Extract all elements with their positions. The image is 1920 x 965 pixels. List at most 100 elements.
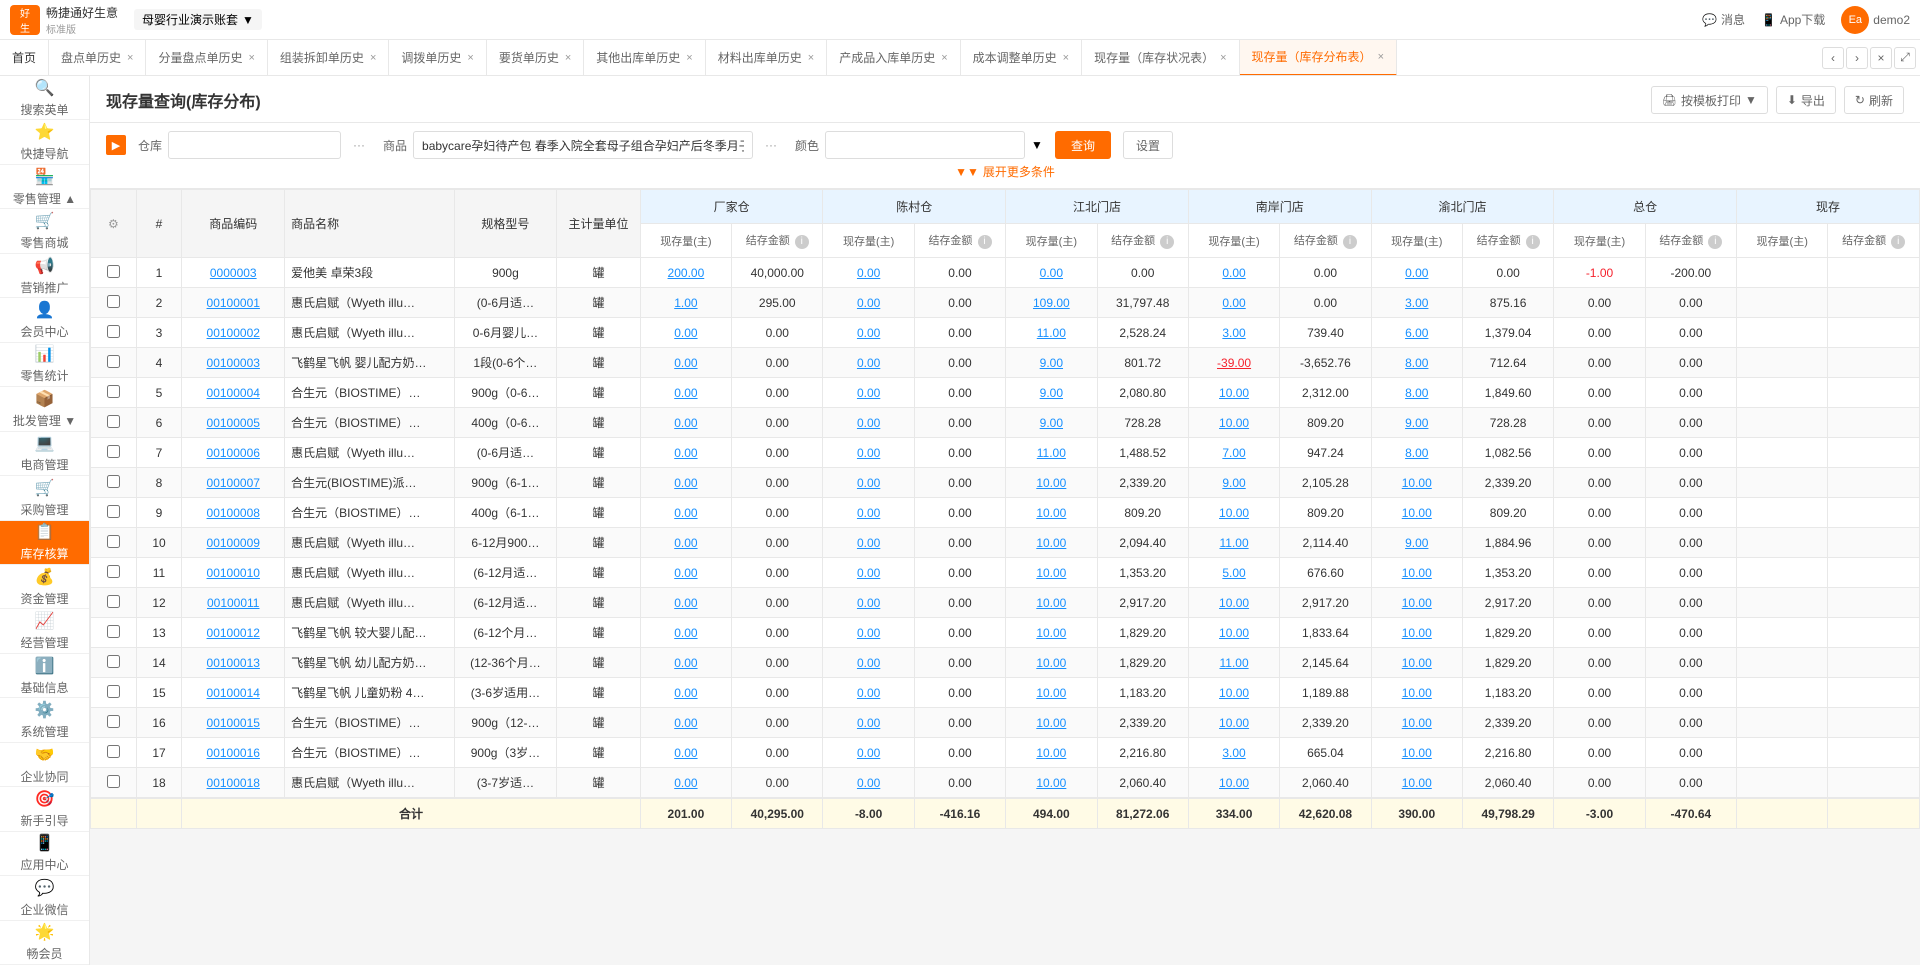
tab-costadjust[interactable]: 成本调整单历史 ×: [961, 40, 1082, 76]
tab-home[interactable]: 首页: [0, 40, 49, 76]
cell-check[interactable]: [91, 558, 137, 588]
qty-link[interactable]: 10.00: [1402, 476, 1432, 490]
qty-link[interactable]: 200.00: [668, 266, 705, 280]
code-link[interactable]: 00100004: [207, 386, 260, 400]
code-link[interactable]: 00100010: [207, 566, 260, 580]
qty-link[interactable]: 10.00: [1402, 776, 1432, 790]
qty-link[interactable]: 0.00: [674, 536, 697, 550]
qty-link[interactable]: 0.00: [857, 566, 880, 580]
color-input[interactable]: [825, 131, 1025, 159]
qty-link[interactable]: 0.00: [857, 416, 880, 430]
cell-check[interactable]: [91, 768, 137, 799]
sidebar-item-retail-shop[interactable]: 🛒 零售商城: [0, 209, 89, 253]
qty-link[interactable]: 9.00: [1405, 536, 1428, 550]
row-checkbox[interactable]: [107, 415, 120, 428]
account-dropdown[interactable]: 母婴行业演示账套 ▼: [134, 9, 262, 30]
row-checkbox[interactable]: [107, 595, 120, 608]
row-checkbox[interactable]: [107, 565, 120, 578]
sidebar-item-enterprise[interactable]: 🤝 企业协同: [0, 743, 89, 787]
code-link[interactable]: 00100001: [207, 296, 260, 310]
query-btn[interactable]: 查询: [1055, 131, 1111, 159]
qty-link[interactable]: 10.00: [1219, 596, 1249, 610]
qty-link[interactable]: 10.00: [1402, 566, 1432, 580]
sidebar-item-inventory[interactable]: 📋 库存核算: [0, 521, 89, 565]
sidebar-item-newguide[interactable]: 🎯 新手引导: [0, 787, 89, 831]
qty-link[interactable]: 7.00: [1222, 446, 1245, 460]
row-checkbox[interactable]: [107, 715, 120, 728]
refresh-btn[interactable]: ↻ 刷新: [1844, 86, 1904, 114]
tab-demand[interactable]: 要货单历史 ×: [487, 40, 584, 76]
qty-link[interactable]: 0.00: [674, 716, 697, 730]
close-icon[interactable]: ×: [467, 52, 473, 64]
qty-link[interactable]: 1.00: [674, 296, 697, 310]
qty-link[interactable]: 6.00: [1405, 326, 1428, 340]
sidebar-item-basic[interactable]: ℹ️ 基础信息: [0, 654, 89, 698]
qty-link[interactable]: 0.00: [857, 536, 880, 550]
qty-link[interactable]: 10.00: [1402, 746, 1432, 760]
qty-link[interactable]: -39.00: [1217, 356, 1251, 370]
row-checkbox[interactable]: [107, 625, 120, 638]
code-link[interactable]: 00100011: [207, 596, 260, 610]
sidebar-item-ecommerce[interactable]: 💻 电商管理: [0, 432, 89, 476]
row-checkbox[interactable]: [107, 775, 120, 788]
qty-link[interactable]: 0.00: [674, 416, 697, 430]
qty-link[interactable]: 0.00: [857, 776, 880, 790]
expand-btn[interactable]: ▼▼ 展开更多条件: [955, 163, 1055, 180]
cell-check[interactable]: [91, 708, 137, 738]
goods-input[interactable]: [413, 131, 753, 159]
tab-assemble[interactable]: 组装拆卸单历史 ×: [268, 40, 389, 76]
qty-link[interactable]: 0.00: [857, 686, 880, 700]
row-checkbox[interactable]: [107, 355, 120, 368]
qty-link[interactable]: 10.00: [1036, 716, 1066, 730]
cell-check[interactable]: [91, 258, 137, 288]
qty-link[interactable]: 0.00: [857, 386, 880, 400]
qty-link[interactable]: 0.00: [857, 506, 880, 520]
code-link[interactable]: 00100009: [207, 536, 260, 550]
export-btn[interactable]: ⬇ 导出: [1776, 86, 1836, 114]
qty-link[interactable]: 0.00: [674, 596, 697, 610]
qty-link[interactable]: 109.00: [1033, 296, 1070, 310]
code-link[interactable]: 00100007: [207, 476, 260, 490]
cell-check[interactable]: [91, 318, 137, 348]
tab-otherout[interactable]: 其他出库单历史 ×: [584, 40, 705, 76]
qty-link[interactable]: 8.00: [1405, 446, 1428, 460]
row-checkbox[interactable]: [107, 445, 120, 458]
cell-check[interactable]: [91, 378, 137, 408]
qty-link[interactable]: 10.00: [1036, 686, 1066, 700]
warehouse-dots-btn[interactable]: ···: [347, 138, 371, 152]
qty-link[interactable]: 11.00: [1037, 446, 1066, 460]
sidebar-item-retail-stat[interactable]: 📊 零售统计: [0, 343, 89, 387]
code-link[interactable]: 00100008: [207, 506, 260, 520]
code-link[interactable]: 00100013: [207, 656, 260, 670]
qty-link[interactable]: 0.00: [674, 776, 697, 790]
code-link[interactable]: 00100012: [207, 626, 260, 640]
qty-link[interactable]: 0.00: [857, 446, 880, 460]
cell-check[interactable]: [91, 588, 137, 618]
qty-link[interactable]: 10.00: [1219, 716, 1249, 730]
settings-btn[interactable]: 设置: [1123, 131, 1173, 159]
qty-link[interactable]: 10.00: [1402, 656, 1432, 670]
qty-link[interactable]: 0.00: [674, 506, 697, 520]
qty-link[interactable]: 0.00: [1040, 266, 1063, 280]
qty-link[interactable]: 9.00: [1405, 416, 1428, 430]
qty-link[interactable]: 0.00: [674, 626, 697, 640]
qty-link[interactable]: 9.00: [1040, 356, 1063, 370]
tab-transfer[interactable]: 调拨单历史 ×: [389, 40, 486, 76]
close-icon[interactable]: ×: [127, 52, 133, 64]
code-link[interactable]: 0000003: [210, 266, 257, 280]
code-link[interactable]: 00100002: [207, 326, 260, 340]
qty-link[interactable]: 0.00: [857, 716, 880, 730]
row-checkbox[interactable]: [107, 535, 120, 548]
qty-link[interactable]: 5.00: [1222, 566, 1245, 580]
qty-link[interactable]: 10.00: [1219, 386, 1249, 400]
cell-check[interactable]: [91, 468, 137, 498]
goods-dots-btn[interactable]: ···: [759, 138, 783, 152]
sidebar-item-purchase[interactable]: 🛒 采购管理: [0, 476, 89, 520]
close-icon[interactable]: ×: [808, 52, 814, 64]
code-link[interactable]: 00100003: [207, 356, 260, 370]
qty-link[interactable]: 10.00: [1219, 686, 1249, 700]
qty-link[interactable]: 0.00: [1222, 296, 1245, 310]
qty-link[interactable]: 0.00: [674, 746, 697, 760]
qty-link[interactable]: 0.00: [674, 326, 697, 340]
code-link[interactable]: 00100014: [207, 686, 260, 700]
